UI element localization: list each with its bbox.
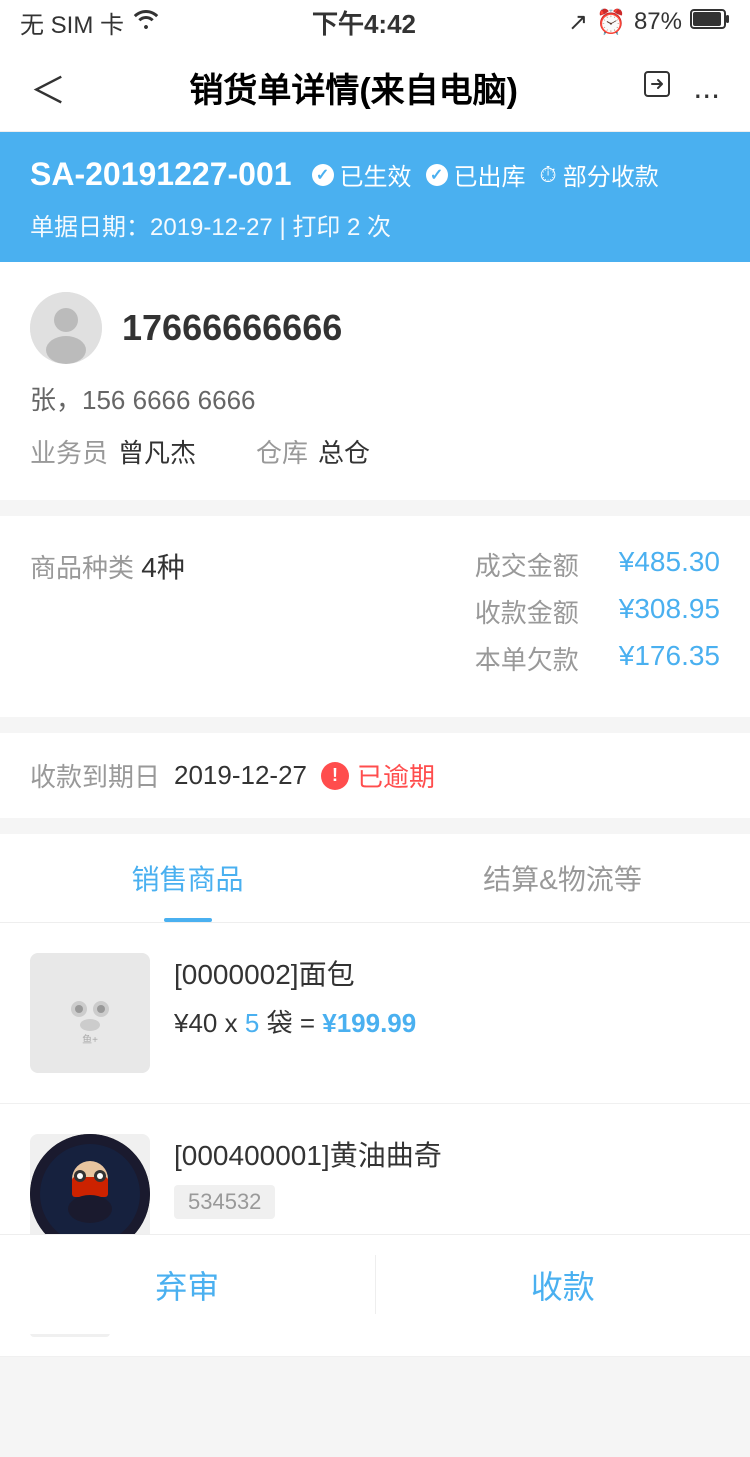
customer-section: 17666666666 张，156 6666 6666 业务员 曾凡杰 仓库 总…	[0, 262, 750, 500]
summary-right: 成交金额 ¥485.30 收款金额 ¥308.95 本单欠款 ¥176.35	[475, 546, 720, 687]
cancel-button[interactable]: 弃审	[0, 1235, 375, 1334]
confirm-button[interactable]: 收款	[376, 1235, 750, 1334]
avatar	[30, 292, 102, 364]
battery-icon	[690, 8, 730, 37]
bottom-bar: 弃审 收款	[0, 1234, 750, 1334]
battery-label: 87%	[634, 8, 682, 36]
summary-section: 商品种类 4种 成交金额 ¥485.30 收款金额 ¥308.95 本单欠款 ¥…	[0, 516, 750, 717]
status-time: 下午4:42	[312, 4, 416, 41]
status-badge-3: ⏱ 部分收款	[540, 157, 659, 192]
customer-info-row: 业务员 曾凡杰 仓库 总仓	[30, 433, 720, 470]
overdue-icon: !	[321, 762, 349, 790]
page-title: 销货单详情(来自电脑)	[189, 63, 518, 112]
debt-row: 本单欠款 ¥176.35	[475, 640, 720, 677]
order-id: SA-20191227-001	[30, 156, 292, 193]
share-icon[interactable]	[641, 68, 673, 108]
carrier-label: 无 SIM 卡	[20, 5, 124, 40]
product-info-1: [0000002]面包 ¥40 x 5 袋 = ¥199.99	[174, 953, 720, 1040]
location-icon: ↗	[568, 8, 588, 37]
payment-row: 收款金额 ¥308.95	[475, 593, 720, 630]
nav-left: ＜	[30, 62, 66, 114]
due-section: 收款到期日 2019-12-27 ! 已逾期	[0, 733, 750, 818]
svg-text:鱼+: 鱼+	[82, 1033, 98, 1046]
customer-sub: 张，156 6666 6666	[30, 380, 720, 417]
alarm-icon: ⏰	[596, 8, 626, 37]
nav-right: ...	[641, 68, 720, 108]
product-name-2: [000400001]黄油曲奇	[174, 1134, 720, 1174]
tab-products[interactable]: 销售商品	[0, 834, 375, 922]
overdue-badge: ! 已逾期	[321, 757, 435, 794]
wifi-icon	[132, 8, 160, 36]
clock-icon: ⏱	[540, 162, 557, 188]
status-left: 无 SIM 卡	[20, 5, 160, 40]
order-meta: 单据日期：2019-12-27 | 打印 2 次	[30, 207, 720, 242]
status-badges: ✓ 已生效 ✓ 已出库 ⏱ 部分收款	[312, 157, 659, 192]
nav-bar: ＜ 销货单详情(来自电脑) ...	[0, 44, 750, 132]
tabs: 销售商品 结算&物流等	[0, 834, 750, 923]
status-badge-1: ✓ 已生效	[312, 157, 412, 192]
amount-row: 成交金额 ¥485.30	[475, 546, 720, 583]
product-thumb-1: 鱼+	[30, 953, 150, 1073]
check-icon-2: ✓	[426, 164, 448, 186]
order-header: SA-20191227-001 ✓ 已生效 ✓ 已出库 ⏱ 部分收款 单据日期：…	[0, 132, 750, 262]
product-price-1: ¥40 x 5 袋 = ¥199.99	[174, 1003, 720, 1040]
product-item-1: 鱼+ [0000002]面包 ¥40 x 5 袋 = ¥199.99	[0, 923, 750, 1104]
warehouse-info: 仓库 总仓	[256, 433, 370, 470]
status-bar: 无 SIM 卡 下午4:42 ↗ ⏰ 87%	[0, 0, 750, 44]
back-button[interactable]: ＜	[30, 62, 66, 114]
salesperson-info: 业务员 曾凡杰	[30, 433, 196, 470]
status-right: ↗ ⏰ 87%	[568, 8, 730, 37]
status-badge-2: ✓ 已出库	[426, 157, 526, 192]
customer-name: 17666666666	[122, 307, 342, 349]
check-icon-1: ✓	[312, 164, 334, 186]
product-tag-2: 534532	[174, 1185, 275, 1219]
product-name-1: [0000002]面包	[174, 953, 720, 993]
tabs-container: 销售商品 结算&物流等	[0, 834, 750, 923]
tab-settlement[interactable]: 结算&物流等	[375, 834, 750, 922]
summary-left: 商品种类 4种	[30, 546, 185, 586]
more-icon[interactable]: ...	[693, 69, 720, 106]
